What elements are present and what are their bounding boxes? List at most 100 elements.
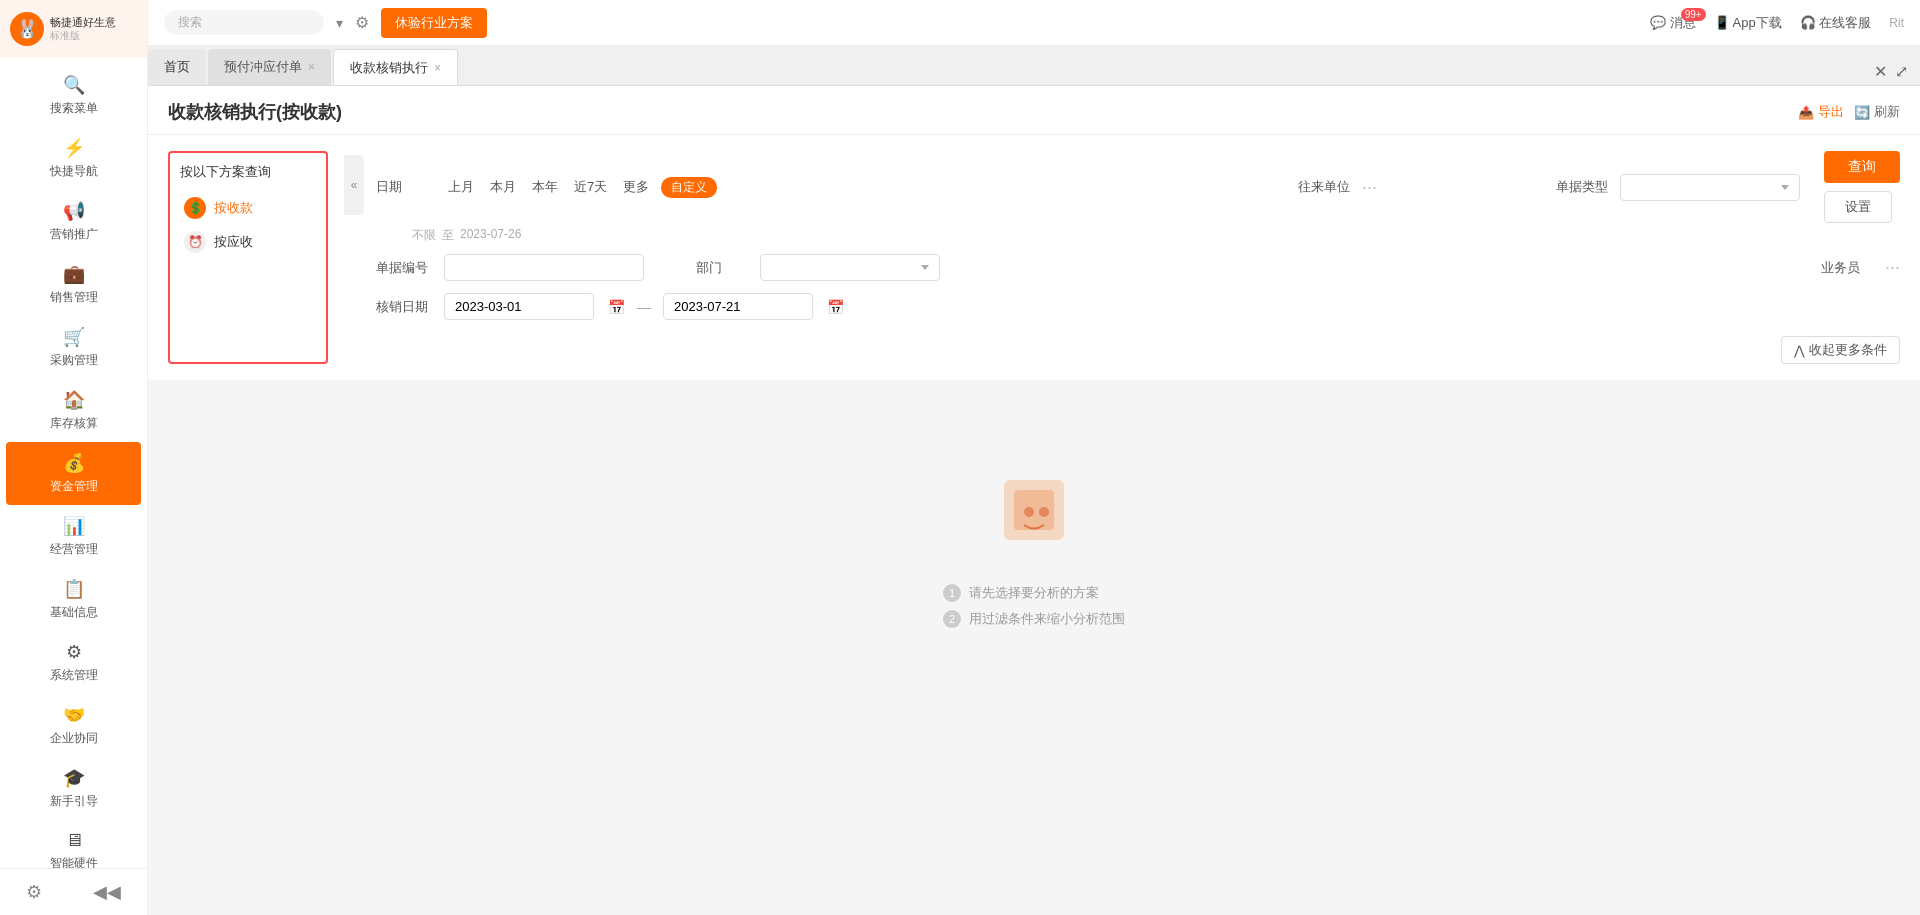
hardware-icon: 🖥 — [65, 830, 83, 851]
message-btn[interactable]: 💬 消息 99+ — [1650, 14, 1696, 32]
dept-select[interactable] — [760, 254, 940, 281]
empty-illustration — [974, 460, 1094, 560]
tip-text-2: 用过滤条件来缩小分析范围 — [969, 606, 1125, 632]
date-custom[interactable]: 自定义 — [661, 177, 717, 198]
maximize-tab-icon[interactable]: ⤢ — [1895, 62, 1908, 81]
empty-tips: 1 请先选择要分析的方案 2 用过滤条件来缩小分析范围 — [943, 580, 1125, 632]
date-this-year[interactable]: 本年 — [528, 176, 562, 198]
cooperation-icon: 🤝 — [63, 704, 85, 726]
sidebar-item-search[interactable]: 🔍 搜索菜单 — [0, 64, 147, 127]
filter-main: 日期 上月 本月 本年 近7天 更多 自定义 往来单位 ··· 单 — [376, 151, 1900, 364]
sidebar-item-basic-info[interactable]: 📋 基础信息 — [0, 568, 147, 631]
refresh-button[interactable]: 🔄 刷新 — [1854, 103, 1900, 121]
sidebar-item-hardware[interactable]: 🖥 智能硬件 — [0, 820, 147, 868]
user-name: Rit — [1889, 16, 1904, 30]
page-title: 收款核销执行(按收款) — [168, 100, 342, 124]
purchase-icon: 🛒 — [63, 326, 85, 348]
app-download-btn[interactable]: 📱 App下载 — [1714, 14, 1782, 32]
filter-option-receivable-label: 按应收 — [214, 233, 253, 251]
message-badge: 99+ — [1681, 8, 1706, 21]
app-edition: 标准版 — [50, 29, 116, 43]
date-label: 日期 — [376, 178, 432, 196]
industry-btn[interactable]: 休验行业方案 — [381, 8, 487, 38]
filter-area: 按以下方案查询 💲 按收款 ⏰ 按应收 « 日期 — [148, 135, 1920, 380]
date-last-month[interactable]: 上月 — [444, 176, 478, 198]
settings-bottom-icon[interactable]: ⚙ — [26, 881, 42, 903]
tab-bar: 首页 预付冲应付单 × 收款核销执行 × ✕ ⤢ — [148, 46, 1920, 86]
empty-state: 1 请先选择要分析的方案 2 用过滤条件来缩小分析范围 — [148, 380, 1920, 672]
inventory-icon: 🏠 — [63, 389, 85, 411]
date-separator: — — [637, 299, 651, 315]
tab-home[interactable]: 首页 — [148, 49, 206, 85]
start-calendar-icon[interactable]: 📅 — [608, 299, 625, 315]
bill-type-label: 单据类型 — [1556, 178, 1612, 196]
sidebar-item-cooperation[interactable]: 🤝 企业协同 — [0, 694, 147, 757]
bill-no-label: 单据编号 — [376, 259, 432, 277]
filter-option-by-receivable[interactable]: ⏰ 按应收 — [180, 225, 316, 259]
online-service-btn[interactable]: 🎧 在线客服 — [1800, 14, 1872, 32]
sidebar-item-label: 智能硬件 — [50, 855, 98, 868]
tab-verify-close[interactable]: × — [434, 61, 441, 75]
sidebar-item-guide[interactable]: 🎓 新手引导 — [0, 757, 147, 820]
tip-text-1: 请先选择要分析的方案 — [969, 580, 1099, 606]
tab-verify[interactable]: 收款核销执行 × — [333, 49, 458, 85]
collapse-sidebar-icon[interactable]: ◀◀ — [93, 881, 121, 903]
app-name: 畅捷通好生意 — [50, 15, 116, 29]
date-no-limit: 不限 — [412, 227, 436, 244]
refresh-icon: 🔄 — [1854, 105, 1870, 120]
app-download-icon: 📱 — [1714, 15, 1730, 30]
tab-verify-label: 收款核销执行 — [350, 59, 428, 77]
sidebar-item-purchase[interactable]: 🛒 采购管理 — [0, 316, 147, 379]
svg-point-2 — [1024, 507, 1034, 517]
system-icon: ⚙ — [66, 641, 82, 663]
sidebar-item-system[interactable]: ⚙ 系统管理 — [0, 631, 147, 694]
more-conditions-btn[interactable]: ⋀ 收起更多条件 — [1781, 336, 1900, 364]
unit-dots: ··· — [1362, 177, 1377, 198]
end-calendar-icon[interactable]: 📅 — [827, 299, 844, 315]
filter-row-date: 日期 上月 本月 本年 近7天 更多 自定义 往来单位 ··· 单 — [376, 151, 1900, 223]
sidebar-item-sales[interactable]: 💼 销售管理 — [0, 253, 147, 316]
date-7days[interactable]: 近7天 — [570, 176, 611, 198]
sidebar-item-quick-nav[interactable]: ⚡ 快捷导航 — [0, 127, 147, 190]
query-btns: 查询 设置 — [1824, 151, 1900, 223]
dropdown-icon[interactable]: ▾ — [336, 15, 343, 31]
user-info[interactable]: Rit — [1889, 16, 1904, 30]
sidebar-item-finance[interactable]: 💰 资金管理 — [6, 442, 141, 505]
verify-date-start[interactable]: 2023-03-01 — [444, 293, 594, 320]
sidebar-item-label: 快捷导航 — [50, 163, 98, 180]
tab-prepay[interactable]: 预付冲应付单 × — [208, 49, 331, 85]
sidebar-item-inventory[interactable]: 🏠 库存核算 — [0, 379, 147, 442]
sidebar-item-label: 搜索菜单 — [50, 100, 98, 117]
tip-num-1: 1 — [943, 584, 961, 602]
setting-button[interactable]: 设置 — [1824, 191, 1892, 223]
receipt-icon: 💲 — [184, 197, 206, 219]
tab-prepay-close[interactable]: × — [308, 60, 315, 74]
svg-point-3 — [1039, 507, 1049, 517]
header-right: 💬 消息 99+ 📱 App下载 🎧 在线客服 Rit — [1650, 14, 1904, 32]
sidebar-nav: 🔍 搜索菜单 ⚡ 快捷导航 📢 营销推广 💼 销售管理 🛒 采购管理 🏠 库存核… — [0, 58, 147, 868]
logo-icon: 🐰 — [10, 12, 44, 46]
unit-label: 往来单位 — [1298, 178, 1354, 196]
verify-date-label: 核销日期 — [376, 298, 432, 316]
date-this-month[interactable]: 本月 — [486, 176, 520, 198]
date-more[interactable]: 更多 — [619, 176, 653, 198]
bill-no-input[interactable] — [444, 254, 644, 281]
guide-icon: 🎓 — [63, 767, 85, 789]
export-button[interactable]: 📤 导出 — [1798, 103, 1844, 121]
gear-icon[interactable]: ⚙ — [355, 13, 369, 32]
sidebar-item-label: 经营管理 — [50, 541, 98, 558]
verify-date-end[interactable]: 2023-07-21 — [663, 293, 813, 320]
query-button[interactable]: 查询 — [1824, 151, 1900, 183]
filter-option-by-receipt[interactable]: 💲 按收款 — [180, 191, 316, 225]
tip-item-2: 2 用过滤条件来缩小分析范围 — [943, 606, 1125, 632]
sidebar-item-marketing[interactable]: 📢 营销推广 — [0, 190, 147, 253]
bill-type-select[interactable] — [1620, 174, 1800, 201]
close-tab-icon[interactable]: ✕ — [1874, 62, 1887, 81]
operations-icon: 📊 — [63, 515, 85, 537]
search-box[interactable]: 搜索 — [164, 10, 324, 35]
more-conditions-label: 收起更多条件 — [1809, 341, 1887, 359]
collapse-filter-btn[interactable]: « — [344, 155, 364, 215]
filter-row-bill: 单据编号 部门 业务员 ··· — [376, 254, 1900, 281]
sidebar-item-operations[interactable]: 📊 经营管理 — [0, 505, 147, 568]
export-label: 导出 — [1818, 103, 1844, 121]
